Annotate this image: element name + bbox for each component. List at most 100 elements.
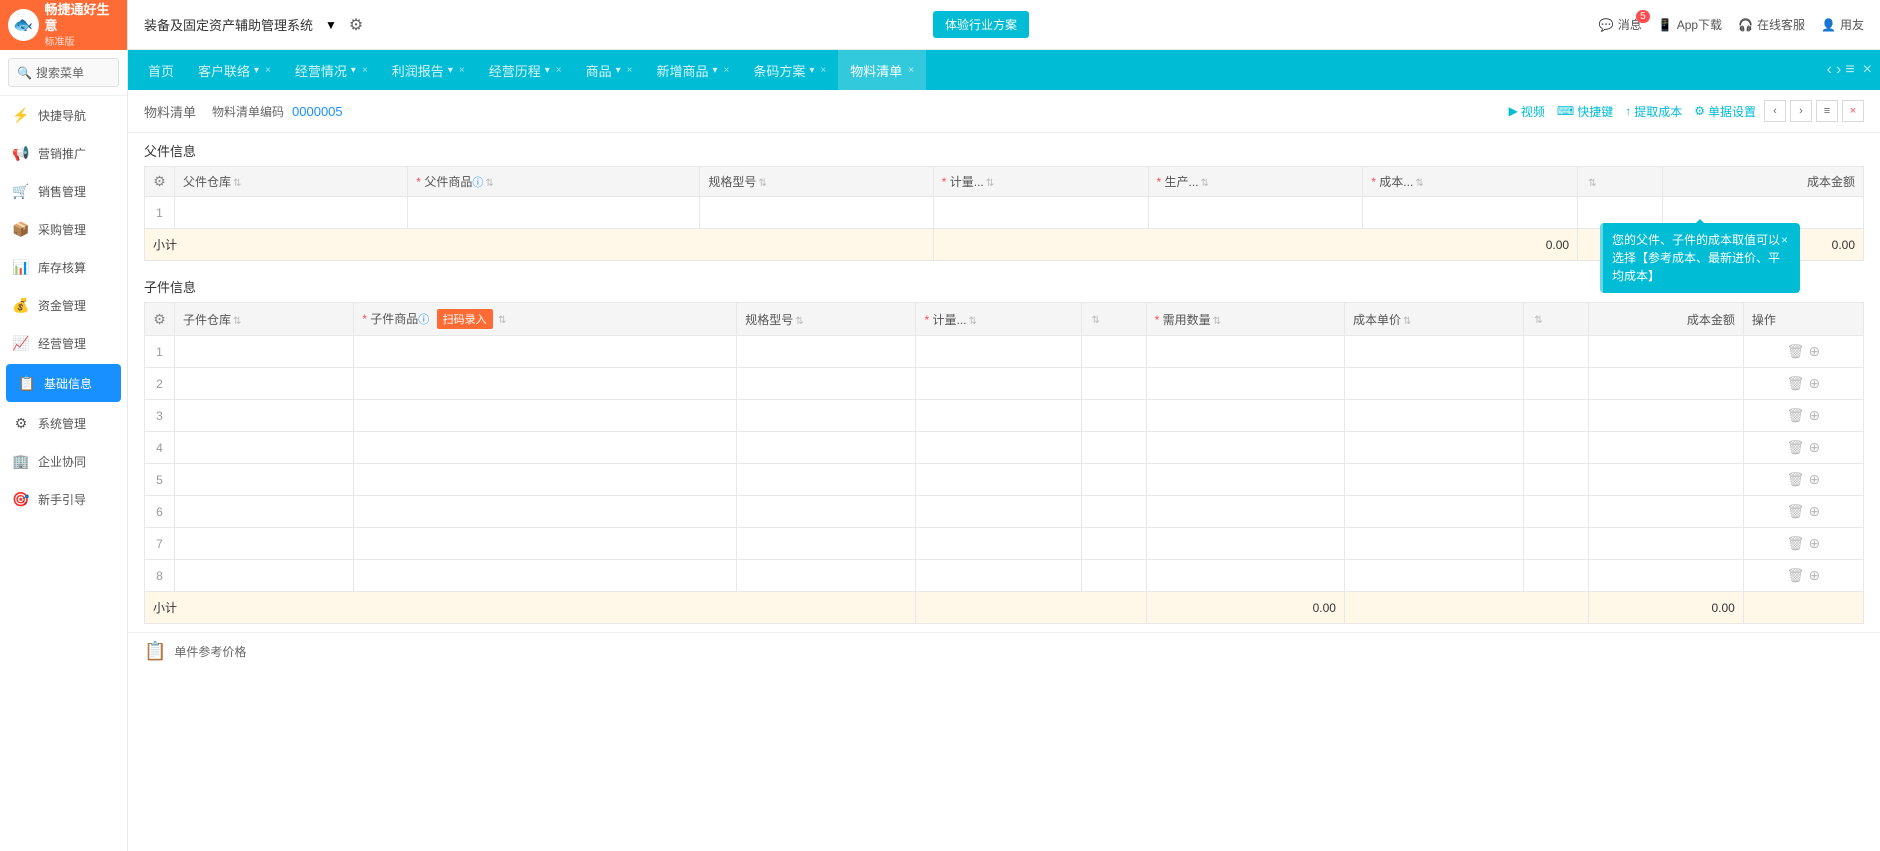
parent-product-cell[interactable]	[408, 197, 700, 229]
child-extra2-cell[interactable]	[1524, 336, 1589, 368]
delete-icon[interactable]: 🗑	[1787, 407, 1805, 424]
child-qty-cell[interactable]	[1146, 560, 1344, 592]
child-warehouse-cell[interactable]	[175, 560, 354, 592]
delete-icon[interactable]: 🗑	[1787, 503, 1805, 520]
child-qty-cell[interactable]	[1146, 496, 1344, 528]
child-unit-cost-cell[interactable]	[1344, 336, 1523, 368]
app-download-button[interactable]: 📱 App下载	[1658, 16, 1722, 33]
child-unit-cell[interactable]	[916, 432, 1081, 464]
sidebar-item-basic-info[interactable]: 📋 基础信息	[6, 364, 121, 402]
child-spec-cell[interactable]	[737, 400, 916, 432]
child-unit-cost-cell[interactable]	[1344, 560, 1523, 592]
child-extra2-cell[interactable]	[1524, 400, 1589, 432]
copy-icon[interactable]: ⊕	[1808, 567, 1820, 584]
close-tab-icon[interactable]: ×	[459, 65, 465, 76]
child-unit-cost-cell[interactable]	[1344, 400, 1523, 432]
child-extra2-cell[interactable]	[1524, 528, 1589, 560]
child-product-cell[interactable]	[354, 336, 737, 368]
sort-icon[interactable]: ⇅	[969, 316, 977, 327]
child-unit-cell[interactable]	[916, 560, 1081, 592]
settings-gear-icon[interactable]: ⚙	[349, 15, 363, 35]
child-qty-cell[interactable]	[1146, 432, 1344, 464]
sort-icon[interactable]: ⇅	[1213, 316, 1221, 327]
child-unit-cost-cell[interactable]	[1344, 368, 1523, 400]
sidebar-item-marketing[interactable]: 📢 营销推广	[0, 134, 127, 172]
next-page-button[interactable]: ›	[1790, 100, 1812, 122]
tooltip-close-button[interactable]: ×	[1781, 231, 1788, 249]
info-icon[interactable]: ⓘ	[472, 177, 483, 189]
child-unit-cell[interactable]	[916, 368, 1081, 400]
child-spec-cell[interactable]	[737, 432, 916, 464]
tab-customer[interactable]: 客户联络 ▾ ×	[186, 50, 283, 90]
child-extra1-cell[interactable]	[1081, 432, 1146, 464]
child-extra1-cell[interactable]	[1081, 560, 1146, 592]
close-tab-icon[interactable]: ×	[265, 65, 271, 76]
child-unit-cost-cell[interactable]	[1344, 464, 1523, 496]
delete-icon[interactable]: 🗑	[1787, 471, 1805, 488]
child-unit-cost-cell[interactable]	[1344, 496, 1523, 528]
child-unit-cell[interactable]	[916, 464, 1081, 496]
sidebar-item-inventory[interactable]: 📊 库存核算	[0, 248, 127, 286]
child-warehouse-cell[interactable]	[175, 496, 354, 528]
info-icon[interactable]: ⓘ	[418, 314, 429, 326]
tab-home[interactable]: 首页	[136, 50, 186, 90]
close-tab-icon[interactable]: ×	[724, 65, 730, 76]
prev-page-button[interactable]: ‹	[1764, 100, 1786, 122]
child-spec-cell[interactable]	[737, 464, 916, 496]
spec-cell[interactable]	[700, 197, 933, 229]
tab-new-product[interactable]: 新增商品 ▾ ×	[644, 50, 741, 90]
sort-icon[interactable]: ⇅	[233, 316, 241, 327]
close-tab-icon[interactable]: ×	[627, 65, 633, 76]
sort-icon[interactable]: ⇅	[1403, 316, 1411, 327]
child-unit-cell[interactable]	[916, 528, 1081, 560]
child-unit-cell[interactable]	[916, 496, 1081, 528]
th-gear-child[interactable]: ⚙	[145, 303, 175, 336]
child-product-cell[interactable]	[354, 464, 737, 496]
messages-button[interactable]: 💬 消息 5	[1599, 16, 1642, 33]
copy-icon[interactable]: ⊕	[1808, 439, 1820, 456]
child-extra2-cell[interactable]	[1524, 432, 1589, 464]
sort-icon[interactable]: ⇅	[1534, 315, 1542, 326]
trial-button[interactable]: 体验行业方案	[933, 11, 1029, 38]
sort-icon[interactable]: ⇅	[1588, 178, 1596, 189]
extract-cost-button[interactable]: ↑ 提取成本	[1625, 103, 1682, 120]
child-extra2-cell[interactable]	[1524, 464, 1589, 496]
tab-history[interactable]: 经营历程 ▾ ×	[477, 50, 574, 90]
parent-warehouse-cell[interactable]	[175, 197, 408, 229]
view-video-button[interactable]: ▶ 视频	[1509, 103, 1545, 120]
copy-icon[interactable]: ⊕	[1808, 471, 1820, 488]
child-product-cell[interactable]	[354, 528, 737, 560]
sidebar-item-quick-nav[interactable]: ⚡ 快捷导航	[0, 96, 127, 134]
child-extra1-cell[interactable]	[1081, 496, 1146, 528]
tab-bom[interactable]: 物料清单 ×	[838, 50, 926, 90]
sort-icon[interactable]: ⇅	[986, 178, 994, 189]
child-product-cell[interactable]	[354, 496, 737, 528]
child-spec-cell[interactable]	[737, 528, 916, 560]
delete-icon[interactable]: 🗑	[1787, 567, 1805, 584]
cost-cell[interactable]	[1363, 197, 1578, 229]
close-page-button[interactable]: ×	[1842, 100, 1864, 122]
sidebar-item-enterprise[interactable]: 🏢 企业协同	[0, 442, 127, 480]
sidebar-item-sales[interactable]: 🛒 销售管理	[0, 172, 127, 210]
child-spec-cell[interactable]	[737, 368, 916, 400]
online-service-button[interactable]: 🎧 在线客服	[1738, 16, 1805, 33]
sidebar-item-operations[interactable]: 📈 经营管理	[0, 324, 127, 362]
child-extra1-cell[interactable]	[1081, 368, 1146, 400]
child-warehouse-cell[interactable]	[175, 368, 354, 400]
child-extra2-cell[interactable]	[1524, 368, 1589, 400]
close-tab-icon[interactable]: ×	[820, 65, 826, 76]
child-warehouse-cell[interactable]	[175, 528, 354, 560]
child-spec-cell[interactable]	[737, 496, 916, 528]
close-tab-icon[interactable]: ×	[556, 65, 562, 76]
child-extra1-cell[interactable]	[1081, 464, 1146, 496]
child-spec-cell[interactable]	[737, 560, 916, 592]
child-warehouse-cell[interactable]	[175, 464, 354, 496]
sidebar-item-system[interactable]: ⚙ 系统管理	[0, 404, 127, 442]
child-qty-cell[interactable]	[1146, 400, 1344, 432]
nav-right-icon[interactable]: ›	[1836, 61, 1841, 79]
sort-icon[interactable]: ⇅	[758, 178, 766, 189]
tab-operations[interactable]: 经营情况 ▾ ×	[283, 50, 380, 90]
child-extra1-cell[interactable]	[1081, 400, 1146, 432]
child-qty-cell[interactable]	[1146, 464, 1344, 496]
scan-button[interactable]: 扫码录入	[437, 309, 493, 329]
